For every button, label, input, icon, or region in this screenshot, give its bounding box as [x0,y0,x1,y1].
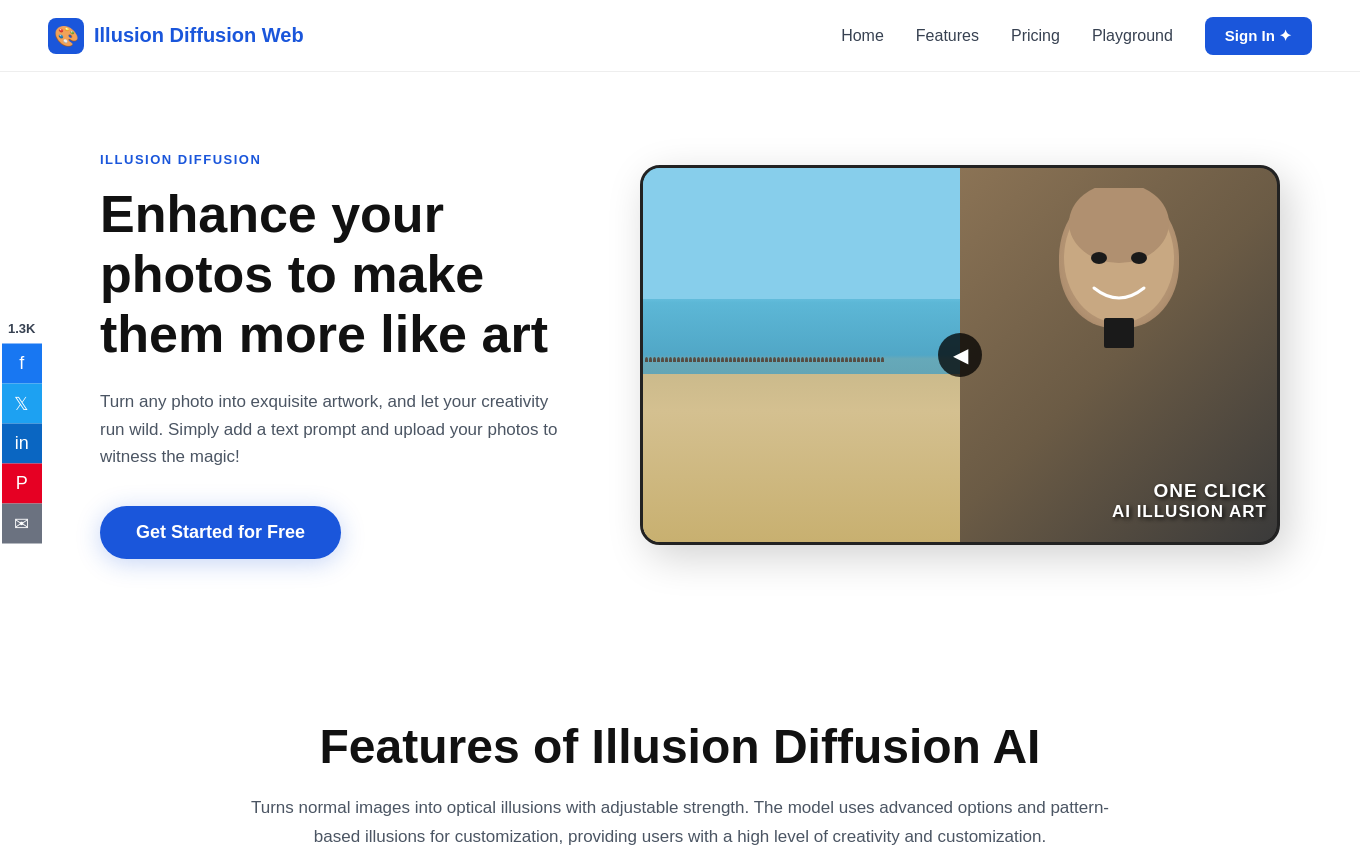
face-area: ONE CLICK AI ILLUSION ART [960,168,1277,542]
pinterest-share-button[interactable]: P [2,463,42,503]
features-section: Features of Illusion Diffusion AI Turns … [0,639,1360,859]
email-share-button[interactable]: ✉ [2,503,42,543]
navbar: 🎨 Illusion Diffusion Web Home Features P… [0,0,1360,72]
facebook-share-button[interactable]: f [2,343,42,383]
logo-icon: 🎨 [48,18,84,54]
logo-text: Illusion Diffusion Web [94,24,304,47]
hero-tag: ILLUSION DIFFUSION [100,152,620,167]
social-sidebar: 1.3K f 𝕏 in P ✉ [0,316,43,543]
beach-image [643,168,960,542]
nav-pricing[interactable]: Pricing [1011,27,1060,45]
get-started-button[interactable]: Get Started for Free [100,506,341,559]
hero-image-container: ◀ [640,165,1280,545]
person-image: ONE CLICK AI ILLUSION ART [960,168,1277,542]
svg-point-2 [1091,252,1107,264]
sign-in-button[interactable]: Sign In ✦ [1205,17,1312,55]
svg-point-3 [1131,252,1147,264]
beach-scene [643,168,960,542]
hero-title: Enhance your photos to make them more li… [100,185,620,364]
overlay-line2: AI ILLUSION ART [1112,502,1267,522]
face-svg [1049,188,1189,348]
svg-rect-4 [1104,318,1134,348]
beach-crowd [643,355,960,467]
nav-home[interactable]: Home [841,27,884,45]
linkedin-share-button[interactable]: in [2,423,42,463]
nav-links: Home Features Pricing Playground Sign In… [841,17,1312,55]
social-count: 1.3K [0,316,43,339]
nav-playground[interactable]: Playground [1092,27,1173,45]
overlay-text: ONE CLICK AI ILLUSION ART [1112,480,1267,522]
overlay-line1: ONE CLICK [1112,480,1267,502]
nav-features[interactable]: Features [916,27,979,45]
hero-section: ILLUSION DIFFUSION Enhance your photos t… [0,72,1360,639]
hero-description: Turn any photo into exquisite artwork, a… [100,388,560,470]
split-arrow-icon: ◀ [938,333,982,377]
features-title: Features of Illusion Diffusion AI [80,719,1280,774]
logo-link[interactable]: 🎨 Illusion Diffusion Web [48,18,304,54]
hero-image-area: ◀ [640,165,1280,545]
features-description: Turns normal images into optical illusio… [230,794,1130,852]
hero-content: ILLUSION DIFFUSION Enhance your photos t… [100,152,620,559]
twitter-share-button[interactable]: 𝕏 [2,383,42,423]
image-split-view: ◀ [643,168,1277,542]
